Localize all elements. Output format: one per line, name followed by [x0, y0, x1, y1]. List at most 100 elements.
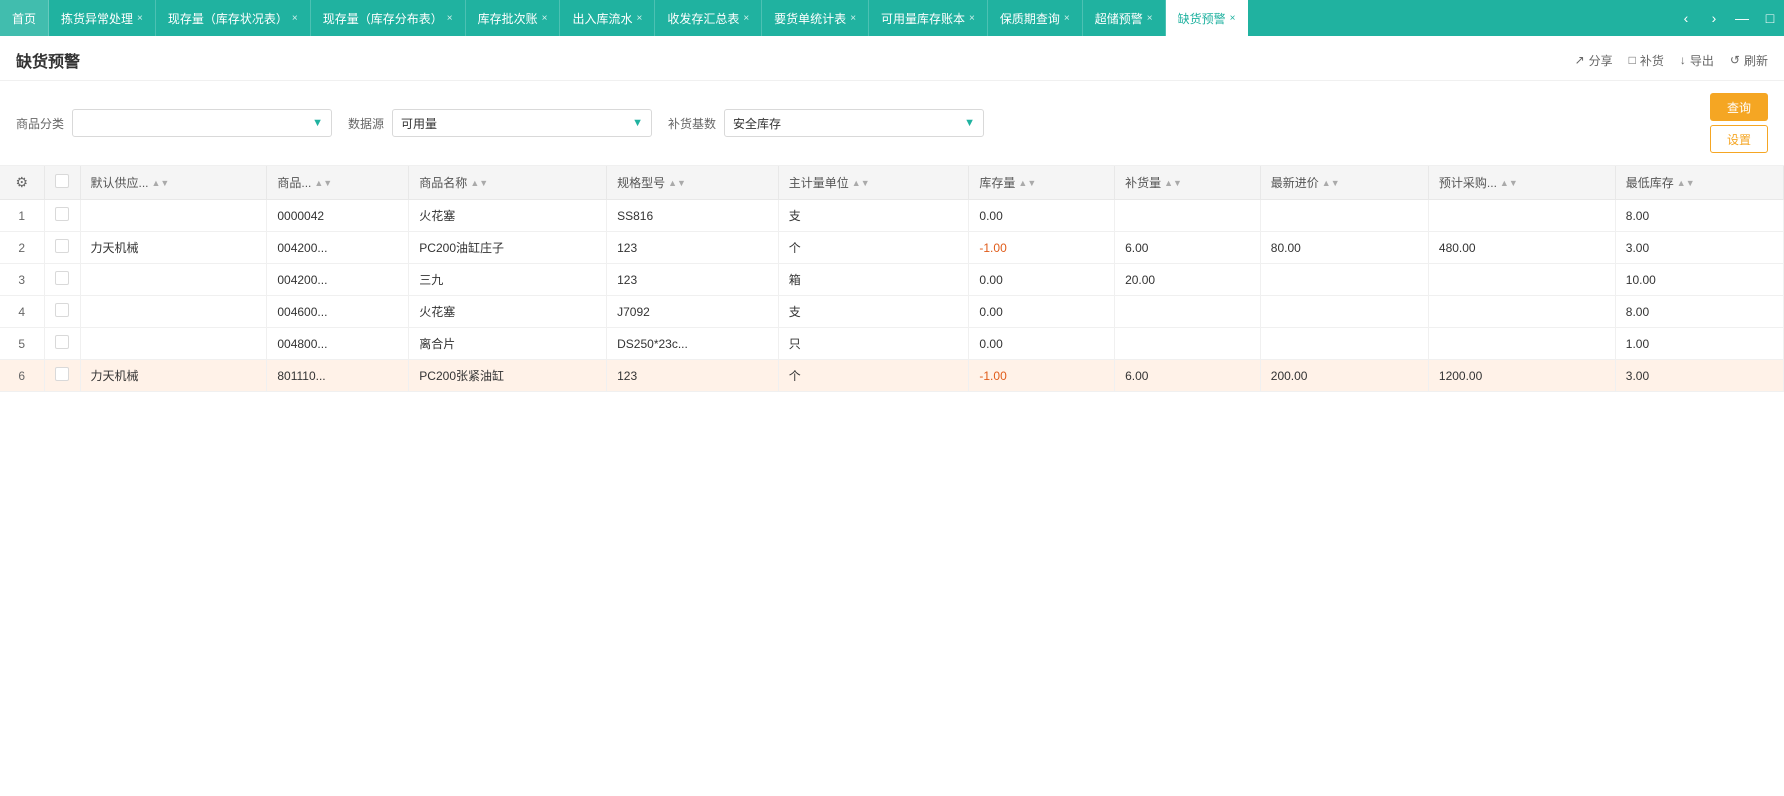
nav-close-9[interactable]: × — [1064, 13, 1070, 24]
cell-checkbox-5[interactable] — [44, 360, 80, 392]
share-icon: ↗ — [1575, 53, 1585, 67]
nav-close-5[interactable]: × — [636, 13, 642, 24]
nav-close-1[interactable]: × — [137, 13, 143, 24]
nav-close-7[interactable]: × — [850, 13, 856, 24]
table-row[interactable]: 3 004200... 三九 123 箱 0.00 20.00 10.00 — [0, 264, 1784, 296]
sort-min-stock[interactable]: 最低库存 ▲▼ — [1626, 174, 1773, 191]
table-row[interactable]: 2 力天机械 004200... PC200油缸庄子 123 个 -1.00 6… — [0, 232, 1784, 264]
cell-spec-1: 123 — [607, 232, 779, 264]
settings-button[interactable]: 设置 — [1710, 125, 1768, 153]
cell-checkbox-4[interactable] — [44, 328, 80, 360]
table-row[interactable]: 1 0000042 火花塞 SS816 支 0.00 8.00 — [0, 200, 1784, 232]
nav-item-6[interactable]: 收发存汇总表 × — [655, 0, 762, 36]
th-restock: 补货量 ▲▼ — [1115, 166, 1261, 200]
nav-item-1[interactable]: 拣货异常处理 × — [49, 0, 156, 36]
sort-product-name[interactable]: 商品名称 ▲▼ — [419, 174, 596, 191]
sort-arrows-spec: ▲▼ — [668, 180, 686, 186]
nav-item-3[interactable]: 现存量（库存分布表） × — [311, 0, 466, 36]
nav-label-4: 库存批次账 — [478, 10, 538, 27]
cell-expected-purchase-4 — [1428, 328, 1615, 360]
row-checkbox-0[interactable] — [55, 207, 69, 221]
nav-label-9: 保质期查询 — [1000, 10, 1060, 27]
nav-close-3[interactable]: × — [447, 13, 453, 24]
table-row[interactable]: 6 力天机械 801110... PC200张紧油缸 123 个 -1.00 6… — [0, 360, 1784, 392]
sort-restock[interactable]: 补货量 ▲▼ — [1125, 174, 1250, 191]
export-button[interactable]: ↓ 导出 — [1680, 52, 1714, 69]
datasource-select[interactable]: 可用量 ▼ — [392, 109, 652, 137]
table-row[interactable]: 4 004600... 火花塞 J7092 支 0.00 8.00 — [0, 296, 1784, 328]
sort-product-code[interactable]: 商品... ▲▼ — [277, 174, 398, 191]
nav-label-7: 要货单统计表 — [774, 10, 846, 27]
cell-product-code-4: 004800... — [267, 328, 409, 360]
row-checkbox-1[interactable] — [55, 239, 69, 253]
nav-item-10[interactable]: 超储预警 × — [1083, 0, 1166, 36]
row-checkbox-3[interactable] — [55, 303, 69, 317]
cell-checkbox-0[interactable] — [44, 200, 80, 232]
nav-close-8[interactable]: × — [969, 13, 975, 24]
category-select[interactable]: ▼ — [72, 109, 332, 137]
query-button[interactable]: 查询 — [1710, 93, 1768, 121]
table-row[interactable]: 5 004800... 离合片 DS250*23c... 只 0.00 1.00 — [0, 328, 1784, 360]
cell-latest-price-2 — [1260, 264, 1428, 296]
nav-item-7[interactable]: 要货单统计表 × — [762, 0, 869, 36]
column-settings-icon[interactable]: ⚙ — [15, 174, 28, 190]
cell-unit-3: 支 — [778, 296, 969, 328]
th-product-code-label: 商品... — [277, 174, 311, 191]
th-expected-purchase: 预计采购... ▲▼ — [1428, 166, 1615, 200]
cell-min-stock-3: 8.00 — [1615, 296, 1783, 328]
nav-item-5[interactable]: 出入库流水 × — [560, 0, 655, 36]
sort-expected-purchase[interactable]: 预计采购... ▲▼ — [1439, 174, 1605, 191]
nav-close-11[interactable]: × — [1230, 13, 1236, 24]
restock-button[interactable]: □ 补货 — [1629, 52, 1664, 69]
nav-item-11[interactable]: 缺货预警 × — [1166, 0, 1249, 36]
cell-spec-2: 123 — [607, 264, 779, 296]
cell-latest-price-1: 80.00 — [1260, 232, 1428, 264]
row-checkbox-4[interactable] — [55, 335, 69, 349]
nav-minimize-button[interactable]: — — [1728, 4, 1756, 32]
nav-maximize-button[interactable]: □ — [1756, 4, 1784, 32]
restock-base-filter-label: 补货基数 — [668, 115, 716, 132]
cell-checkbox-1[interactable] — [44, 232, 80, 264]
nav-close-2[interactable]: × — [292, 13, 298, 24]
cell-min-stock-2: 10.00 — [1615, 264, 1783, 296]
cell-expected-purchase-5: 1200.00 — [1428, 360, 1615, 392]
cell-checkbox-2[interactable] — [44, 264, 80, 296]
nav-close-4[interactable]: × — [542, 13, 548, 24]
cell-checkbox-3[interactable] — [44, 296, 80, 328]
nav-item-home[interactable]: 首页 — [0, 0, 49, 36]
th-stock-label: 库存量 — [979, 174, 1015, 191]
sort-spec[interactable]: 规格型号 ▲▼ — [617, 174, 768, 191]
nav-item-8[interactable]: 可用量库存账本 × — [869, 0, 988, 36]
cell-product-name-5: PC200张紧油缸 — [409, 360, 607, 392]
select-all-checkbox[interactable] — [55, 174, 69, 188]
nav-label-1: 拣货异常处理 — [61, 10, 133, 27]
sort-supplier[interactable]: 默认供应... ▲▼ — [91, 174, 257, 191]
page-actions: ↗ 分享 □ 补货 ↓ 导出 ↺ 刷新 — [1575, 52, 1768, 69]
sort-latest-price[interactable]: 最新进价 ▲▼ — [1271, 174, 1418, 191]
nav-close-10[interactable]: × — [1147, 13, 1153, 24]
sort-unit[interactable]: 主计量单位 ▲▼ — [789, 174, 959, 191]
refresh-button[interactable]: ↺ 刷新 — [1730, 52, 1768, 69]
cell-latest-price-0 — [1260, 200, 1428, 232]
row-checkbox-5[interactable] — [55, 367, 69, 381]
export-label: 导出 — [1690, 52, 1714, 69]
cell-expected-purchase-2 — [1428, 264, 1615, 296]
sort-stock[interactable]: 库存量 ▲▼ — [979, 174, 1104, 191]
th-latest-price-label: 最新进价 — [1271, 174, 1319, 191]
th-expected-purchase-label: 预计采购... — [1439, 174, 1497, 191]
nav-prev-button[interactable]: ‹ — [1672, 4, 1700, 32]
row-checkbox-2[interactable] — [55, 271, 69, 285]
cell-unit-4: 只 — [778, 328, 969, 360]
cell-index-0: 1 — [0, 200, 44, 232]
cell-min-stock-5: 3.00 — [1615, 360, 1783, 392]
sort-arrows-expected-purchase: ▲▼ — [1500, 180, 1518, 186]
share-button[interactable]: ↗ 分享 — [1575, 52, 1613, 69]
nav-next-button[interactable]: › — [1700, 4, 1728, 32]
cell-stock-3: 0.00 — [969, 296, 1115, 328]
nav-item-2[interactable]: 现存量（库存状况表） × — [156, 0, 311, 36]
restock-base-select[interactable]: 安全库存 ▼ — [724, 109, 984, 137]
nav-item-9[interactable]: 保质期查询 × — [988, 0, 1083, 36]
nav-close-6[interactable]: × — [743, 13, 749, 24]
nav-item-4[interactable]: 库存批次账 × — [466, 0, 561, 36]
nav-label-6: 收发存汇总表 — [667, 10, 739, 27]
